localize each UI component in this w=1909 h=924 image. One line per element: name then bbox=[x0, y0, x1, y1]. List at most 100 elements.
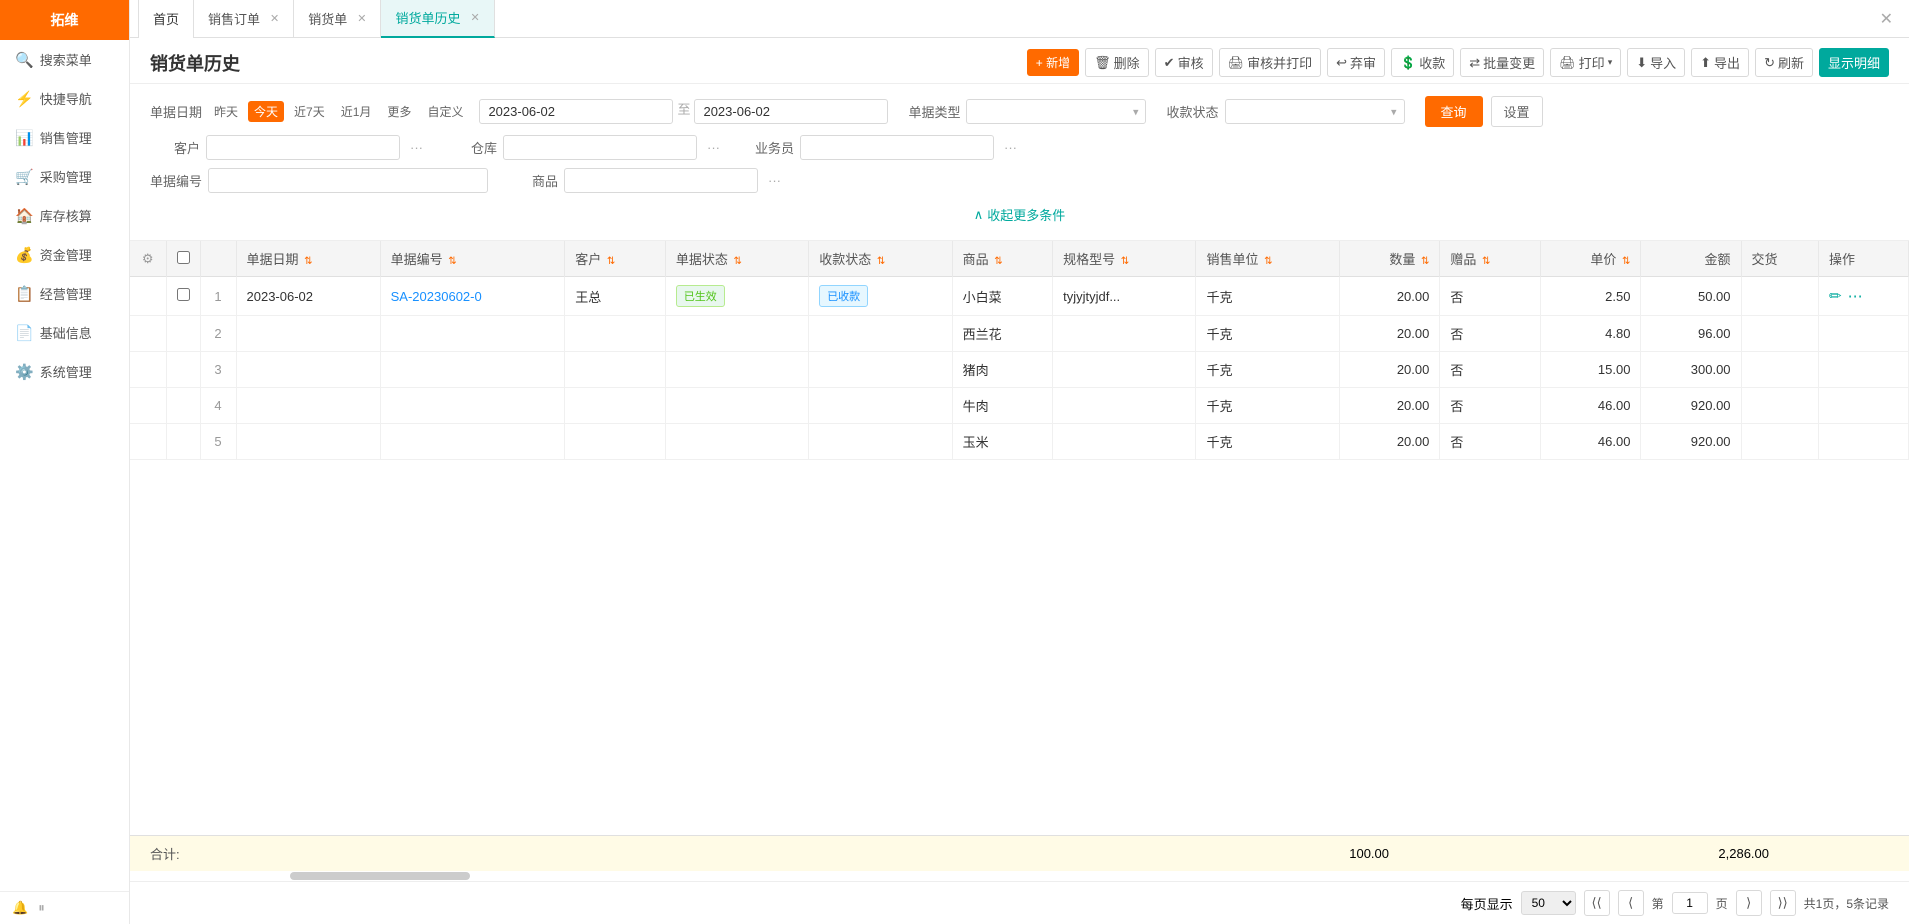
doc-no-cell[interactable] bbox=[380, 388, 565, 424]
date-btn-yesterday[interactable]: 昨天 bbox=[208, 101, 244, 122]
sidebar-item-quick-nav[interactable]: ⚡ 快捷导航 bbox=[0, 79, 129, 118]
sidebar-item-inventory[interactable]: 🏠 库存核算 bbox=[0, 196, 129, 235]
staff-input[interactable] bbox=[800, 135, 994, 160]
date-btn-1month[interactable]: 近1月 bbox=[335, 101, 378, 122]
more-icon[interactable]: ⋯ bbox=[1848, 287, 1863, 305]
row-checkbox[interactable] bbox=[177, 288, 190, 301]
sidebar-item-basic-info[interactable]: 📄 基础信息 bbox=[0, 313, 129, 352]
gift-col-header[interactable]: 赠品 ⇅ bbox=[1440, 241, 1541, 277]
table-settings-icon[interactable]: ⚙ bbox=[142, 251, 154, 266]
review-print-button[interactable]: 🖨 审核并打印 bbox=[1219, 48, 1322, 77]
customer-col-header[interactable]: 客户 ⇅ bbox=[565, 241, 666, 277]
new-button[interactable]: + 新增 bbox=[1027, 49, 1079, 76]
close-sales-history-icon[interactable]: ✕ bbox=[471, 11, 480, 24]
tab-sales-history[interactable]: 销货单历史 ✕ bbox=[381, 0, 494, 38]
select-all-checkbox[interactable] bbox=[177, 251, 190, 264]
close-sales-order-icon[interactable]: ✕ bbox=[270, 12, 279, 25]
close-sales-goods-icon[interactable]: ✕ bbox=[357, 12, 366, 25]
collapse-button[interactable]: ∧ 收起更多条件 bbox=[150, 201, 1889, 228]
tab-home[interactable]: 首页 bbox=[138, 0, 194, 38]
doc-no-cell[interactable] bbox=[380, 424, 565, 460]
goods-col-header[interactable]: 商品 ⇅ bbox=[952, 241, 1053, 277]
doc-no-cell[interactable]: SA-20230602-0 bbox=[380, 277, 565, 316]
warehouse-input[interactable] bbox=[503, 135, 697, 160]
quantity-col-header[interactable]: 数量 ⇅ bbox=[1339, 241, 1440, 277]
edit-icon[interactable]: ✏ bbox=[1829, 287, 1842, 305]
checkbox-cell[interactable] bbox=[166, 316, 200, 352]
cart-icon: 🛒 bbox=[15, 168, 34, 186]
spec-sort-icon[interactable]: ⇅ bbox=[1121, 256, 1129, 267]
first-page-button[interactable]: ⟨⟨ bbox=[1584, 890, 1610, 916]
date-from-input[interactable] bbox=[479, 99, 673, 124]
doc-status-sort-icon[interactable]: ⇅ bbox=[733, 256, 741, 267]
doc-no-sort-icon[interactable]: ⇅ bbox=[448, 256, 456, 267]
customer-input[interactable] bbox=[206, 135, 400, 160]
pay-status-select[interactable] bbox=[1225, 99, 1405, 124]
doc-no-col-header[interactable]: 单据编号 ⇅ bbox=[380, 241, 565, 277]
warehouse-ellipsis-icon[interactable]: ··· bbox=[703, 140, 724, 155]
gift-sort-icon[interactable]: ⇅ bbox=[1482, 256, 1490, 267]
sidebar-bottom-icon1[interactable]: 🔔 bbox=[12, 900, 28, 916]
collect-button[interactable]: 💲 收款 bbox=[1391, 48, 1454, 77]
page-number-input[interactable] bbox=[1672, 892, 1708, 914]
customer-sort-icon[interactable]: ⇅ bbox=[607, 256, 615, 267]
unit-col-header[interactable]: 销售单位 ⇅ bbox=[1196, 241, 1339, 277]
sidebar-item-search-menu[interactable]: 🔍 搜索菜单 bbox=[0, 40, 129, 79]
tab-sales-order[interactable]: 销售订单 ✕ bbox=[194, 0, 294, 38]
settings-button[interactable]: 设置 bbox=[1491, 96, 1543, 127]
horizontal-scrollbar[interactable] bbox=[130, 871, 1909, 881]
batch-change-button[interactable]: ⇄ 批量变更 bbox=[1460, 48, 1544, 77]
unit-price-col-header[interactable]: 单价 ⇅ bbox=[1540, 241, 1641, 277]
staff-ellipsis-icon[interactable]: ··· bbox=[1000, 140, 1021, 155]
print-button[interactable]: 🖨 打印 ▾ bbox=[1550, 48, 1621, 77]
page-size-select[interactable]: 50 20 100 bbox=[1521, 891, 1576, 915]
import-button[interactable]: ⬇ 导入 bbox=[1627, 48, 1685, 77]
export-button[interactable]: ⬆ 导出 bbox=[1691, 48, 1749, 77]
sidebar-item-system-mgmt[interactable]: ⚙️ 系统管理 bbox=[0, 352, 129, 391]
doc-date-col-header[interactable]: 单据日期 ⇅ bbox=[236, 241, 380, 277]
checkbox-cell[interactable] bbox=[166, 352, 200, 388]
abandon-button[interactable]: ↩ 弃审 bbox=[1327, 48, 1385, 77]
docno-input[interactable] bbox=[208, 168, 488, 193]
doc-no-cell[interactable] bbox=[380, 352, 565, 388]
delete-button[interactable]: 🗑 删除 bbox=[1085, 48, 1149, 77]
sidebar-item-sales-mgmt[interactable]: 📊 销售管理 bbox=[0, 118, 129, 157]
tabs-close-all-button[interactable]: ✕ bbox=[1872, 9, 1901, 29]
unit-price-sort-icon[interactable]: ⇅ bbox=[1622, 256, 1630, 267]
doc-no-cell[interactable] bbox=[380, 316, 565, 352]
doc-date-sort-icon[interactable]: ⇅ bbox=[304, 256, 312, 267]
customer-ellipsis-icon[interactable]: ··· bbox=[406, 140, 427, 155]
date-btn-7days[interactable]: 近7天 bbox=[288, 101, 331, 122]
prev-page-button[interactable]: ⟨ bbox=[1618, 890, 1644, 916]
review-button[interactable]: ✔ 审核 bbox=[1155, 48, 1213, 77]
goods-sort-icon[interactable]: ⇅ bbox=[994, 256, 1002, 267]
query-button[interactable]: 查询 bbox=[1425, 96, 1483, 127]
settings-col-header[interactable]: ⚙ bbox=[130, 241, 166, 277]
sidebar-bottom-icon2[interactable]: ⏸ bbox=[38, 900, 45, 916]
date-btn-more[interactable]: 更多 bbox=[381, 101, 417, 122]
goods-ellipsis-icon[interactable]: ··· bbox=[764, 173, 785, 188]
sidebar-item-purchase-mgmt[interactable]: 🛒 采购管理 bbox=[0, 157, 129, 196]
checkbox-cell[interactable] bbox=[166, 424, 200, 460]
sidebar-item-operations[interactable]: 📋 经营管理 bbox=[0, 274, 129, 313]
unit-sort-icon[interactable]: ⇅ bbox=[1264, 256, 1272, 267]
date-to-input[interactable] bbox=[694, 99, 888, 124]
next-page-button[interactable]: ⟩ bbox=[1736, 890, 1762, 916]
refresh-button[interactable]: ↻ 刷新 bbox=[1755, 48, 1813, 77]
pay-status-col-header[interactable]: 收款状态 ⇅ bbox=[809, 241, 952, 277]
scrollbar-thumb[interactable] bbox=[290, 872, 470, 880]
doc-status-col-header[interactable]: 单据状态 ⇅ bbox=[665, 241, 808, 277]
pay-status-sort-icon[interactable]: ⇅ bbox=[877, 256, 885, 267]
goods-input[interactable] bbox=[564, 168, 758, 193]
last-page-button[interactable]: ⟩⟩ bbox=[1770, 890, 1796, 916]
doc-type-select[interactable] bbox=[966, 99, 1146, 124]
checkbox-cell[interactable] bbox=[166, 277, 200, 316]
quantity-sort-icon[interactable]: ⇅ bbox=[1421, 256, 1429, 267]
date-btn-custom[interactable]: 自定义 bbox=[421, 101, 469, 122]
sidebar-item-finance[interactable]: 💰 资金管理 bbox=[0, 235, 129, 274]
spec-col-header[interactable]: 规格型号 ⇅ bbox=[1053, 241, 1196, 277]
tab-sales-goods[interactable]: 销货单 ✕ bbox=[294, 0, 381, 38]
date-btn-today[interactable]: 今天 bbox=[248, 101, 284, 122]
show-detail-button[interactable]: 显示明细 bbox=[1819, 48, 1889, 77]
checkbox-cell[interactable] bbox=[166, 388, 200, 424]
